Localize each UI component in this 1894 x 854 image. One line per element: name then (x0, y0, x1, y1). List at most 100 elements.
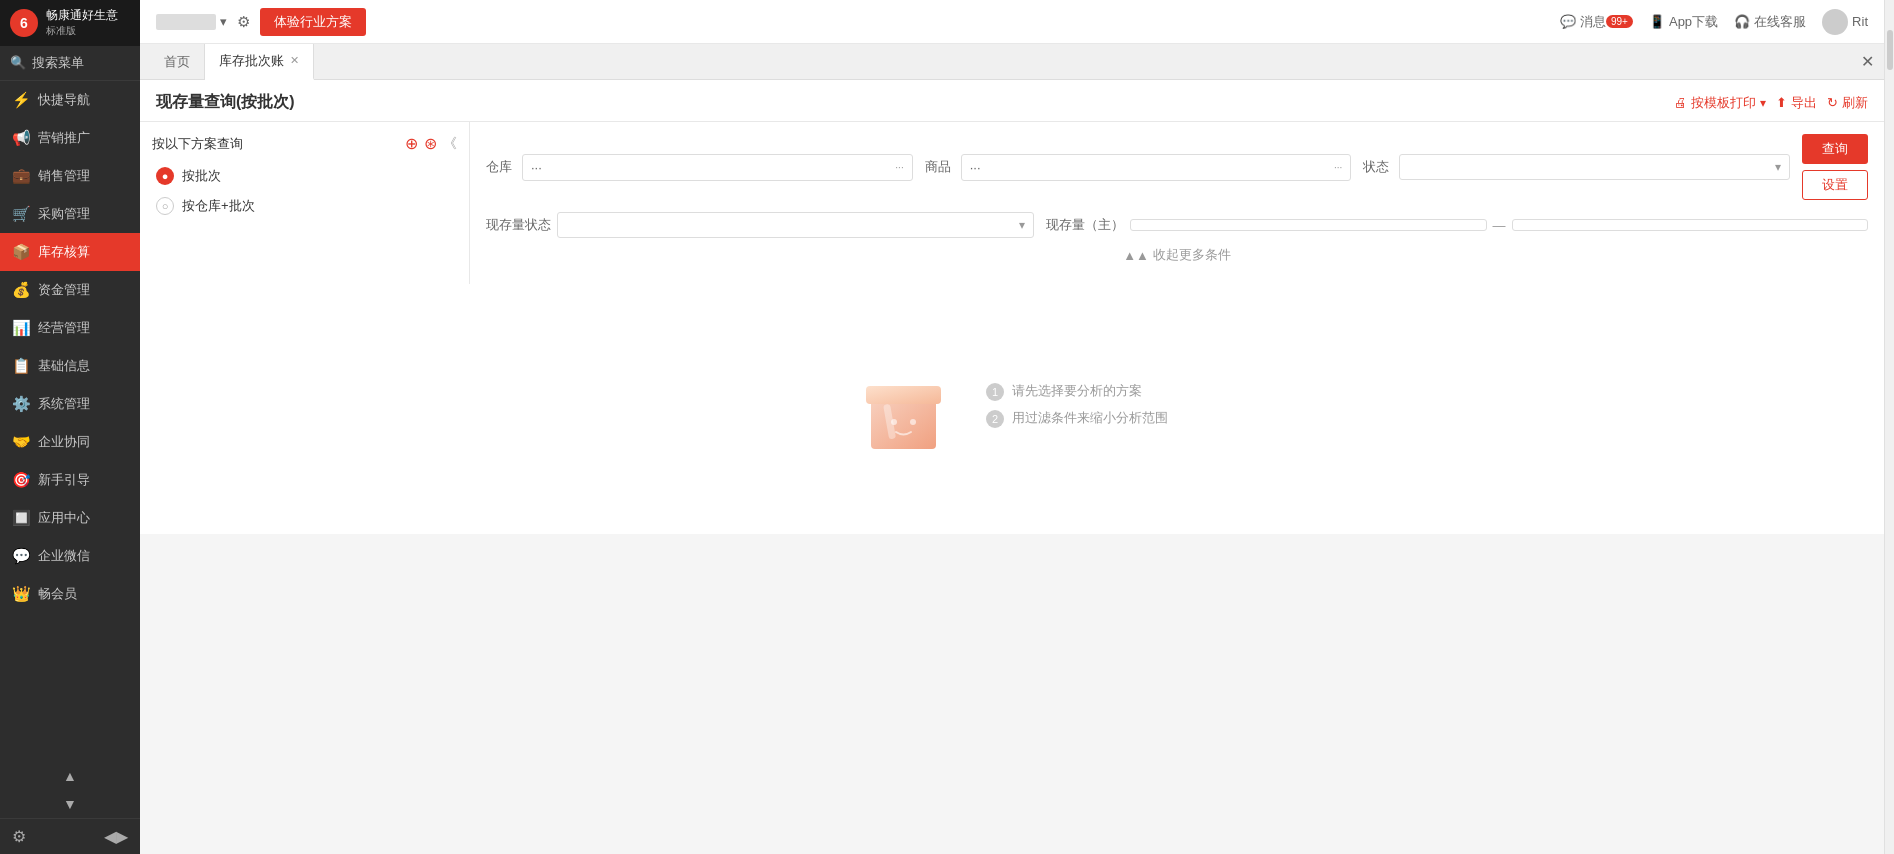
tab-inventory-batch[interactable]: 库存批次账 ✕ (205, 44, 314, 80)
topbar-gear-icon[interactable]: ⚙ (237, 13, 250, 31)
dropdown-text (156, 14, 216, 30)
sidebar-item-operations[interactable]: 📊 经营管理 (0, 309, 140, 347)
trial-button[interactable]: 体验行业方案 (260, 8, 366, 36)
settings-icon[interactable]: ⚙ (12, 827, 26, 846)
sidebar-company: 畅康通好生意 标准版 (46, 8, 118, 38)
online-service-item[interactable]: 🎧 在线客服 (1734, 13, 1806, 31)
search-icon: 🔍 (10, 55, 26, 70)
product-label: 商品 (925, 158, 955, 176)
sidebar-item-purchase[interactable]: 🛒 采购管理 (0, 195, 140, 233)
filter-panel: 按以下方案查询 ⊕ ⊛ 《 ● 按批次 ○ 按仓库+批次 (140, 122, 470, 284)
inventory-qty-min-input[interactable] (1130, 219, 1487, 231)
sidebar-item-sales[interactable]: 💼 销售管理 (0, 157, 140, 195)
inventory-qty-max-input[interactable] (1512, 219, 1869, 231)
page: 现存量查询(按批次) 🖨 按模板打印 ▾ ⬆ 导出 ↻ 刷新 (140, 80, 1884, 534)
topbar-dropdown[interactable]: ▾ (156, 14, 227, 30)
sidebar-item-member[interactable]: 👑 畅会员 (0, 575, 140, 613)
add-scheme-icon[interactable]: ⊕ (405, 134, 418, 153)
basics-icon: 📋 (12, 357, 30, 375)
sidebar-item-finance[interactable]: 💰 资金管理 (0, 271, 140, 309)
quick-nav-icon: ⚡ (12, 91, 30, 109)
page-title: 现存量查询(按批次) (156, 92, 295, 113)
inventory-status-select[interactable]: ▾ (557, 212, 1034, 238)
settings-button[interactable]: 设置 (1802, 170, 1868, 200)
sales-icon: 💼 (12, 167, 30, 185)
message-icon: 💬 (1560, 14, 1576, 29)
sidebar-item-marketing[interactable]: 📢 营销推广 (0, 119, 140, 157)
status-select[interactable]: ▾ (1399, 154, 1790, 180)
svg-rect-0 (871, 399, 936, 449)
tabbar-close-button[interactable]: ✕ (1861, 52, 1874, 71)
filter-option-warehouse-batch[interactable]: ○ 按仓库+批次 (140, 191, 469, 221)
appstore-icon: 🔲 (12, 509, 30, 527)
sidebar-item-inventory[interactable]: 📦 库存核算 (0, 233, 140, 271)
print-dropdown-icon: ▾ (1760, 96, 1766, 110)
filter-panel-actions: ⊕ ⊛ 《 (405, 134, 457, 153)
right-scrollbar[interactable] (1884, 0, 1894, 854)
sidebar-item-appstore[interactable]: 🔲 应用中心 (0, 499, 140, 537)
query-button[interactable]: 查询 (1802, 134, 1868, 164)
svg-point-4 (910, 419, 916, 425)
user-avatar-item[interactable]: Rit (1822, 9, 1868, 35)
tab-home[interactable]: 首页 (150, 44, 205, 80)
print-button[interactable]: 🖨 按模板打印 ▾ (1674, 94, 1766, 112)
app-logo: 6 (10, 9, 38, 37)
refresh-button[interactable]: ↻ 刷新 (1827, 94, 1868, 112)
svg-point-3 (891, 419, 897, 425)
phone-icon: 📱 (1649, 14, 1665, 29)
sidebar-item-system[interactable]: ⚙️ 系统管理 (0, 385, 140, 423)
filter-option-batch[interactable]: ● 按批次 (140, 161, 469, 191)
product-input[interactable]: ··· ··· (961, 154, 1352, 181)
page-header: 现存量查询(按批次) 🖨 按模板打印 ▾ ⬆ 导出 ↻ 刷新 (140, 80, 1884, 122)
inventory-icon: 📦 (12, 243, 30, 261)
sidebar-item-wechat[interactable]: 💬 企业微信 (0, 537, 140, 575)
topbar-right: 💬 消息 99+ 📱 App下载 🎧 在线客服 Rit (1560, 9, 1868, 35)
warehouse-input[interactable]: ··· ··· (522, 154, 913, 181)
inventory-qty-label: 现存量（主） (1046, 216, 1124, 234)
inventory-status-label: 现存量状态 (486, 216, 551, 234)
export-button[interactable]: ⬆ 导出 (1776, 94, 1817, 112)
warehouse-label: 仓库 (486, 158, 516, 176)
filter-fields: 仓库 ··· ··· 商品 ··· ··· (470, 122, 1884, 284)
sidebar-header: 6 畅康通好生意 标准版 (0, 0, 140, 46)
inventory-qty-field: 现存量（主） — (1046, 216, 1868, 234)
sidebar-scroll-up[interactable]: ▲ (0, 762, 140, 790)
collapse-icon: ▲▲ (1123, 248, 1149, 263)
collapse-sidebar-icon[interactable]: ◀▶ (104, 827, 128, 846)
page-header-actions: 🖨 按模板打印 ▾ ⬆ 导出 ↻ 刷新 (1674, 94, 1868, 112)
warehouse-field: 仓库 ··· ··· (486, 154, 913, 181)
content-area: 现存量查询(按批次) 🖨 按模板打印 ▾ ⬆ 导出 ↻ 刷新 (140, 80, 1884, 854)
inventory-status-field: 现存量状态 ▾ (486, 212, 1034, 238)
dropdown-arrow-icon: ▾ (220, 14, 227, 29)
refresh-icon: ↻ (1827, 95, 1838, 110)
action-buttons: 查询 设置 (1802, 134, 1868, 200)
avatar (1822, 9, 1848, 35)
tab-close-inventory-batch[interactable]: ✕ (290, 54, 299, 67)
member-icon: 👑 (12, 585, 30, 603)
marketing-icon: 📢 (12, 129, 30, 147)
settings-scheme-icon[interactable]: ⊛ (424, 134, 437, 153)
sidebar-item-guide[interactable]: 🎯 新手引导 (0, 461, 140, 499)
product-field: 商品 ··· ··· (925, 154, 1352, 181)
sidebar-item-basics[interactable]: 📋 基础信息 (0, 347, 140, 385)
messages-icon-item[interactable]: 💬 消息 99+ (1560, 13, 1633, 31)
app-download-item[interactable]: 📱 App下载 (1649, 13, 1718, 31)
inventory-status-dropdown-icon: ▾ (1019, 218, 1025, 232)
guide-icon: 🎯 (12, 471, 30, 489)
empty-steps: 1 请先选择要分析的方案 2 用过滤条件来缩小分析范围 (986, 382, 1168, 436)
sidebar-item-enterprise[interactable]: 🤝 企业协同 (0, 423, 140, 461)
headset-icon: 🎧 (1734, 14, 1750, 29)
finance-icon: 💰 (12, 281, 30, 299)
printer-icon: 🖨 (1674, 95, 1687, 110)
filter-area: 按以下方案查询 ⊕ ⊛ 《 ● 按批次 ○ 按仓库+批次 (140, 122, 1884, 284)
sidebar-scroll-down[interactable]: ▼ (0, 790, 140, 818)
tabbar: 首页 库存批次账 ✕ ✕ (140, 44, 1884, 80)
sidebar: 6 畅康通好生意 标准版 🔍 搜索菜单 ⚡ 快捷导航 📢 营销推广 💼 销售管理… (0, 0, 140, 854)
enterprise-icon: 🤝 (12, 433, 30, 451)
collapse-panel-icon[interactable]: 《 (443, 135, 457, 153)
system-icon: ⚙️ (12, 395, 30, 413)
collapse-more-btn[interactable]: ▲▲ 收起更多条件 (486, 238, 1868, 272)
sidebar-item-quick-nav[interactable]: ⚡ 快捷导航 (0, 81, 140, 119)
sidebar-search[interactable]: 🔍 搜索菜单 (0, 46, 140, 81)
topbar: ▾ ⚙ 体验行业方案 💬 消息 99+ 📱 App下载 🎧 在线客服 Rit (140, 0, 1884, 44)
